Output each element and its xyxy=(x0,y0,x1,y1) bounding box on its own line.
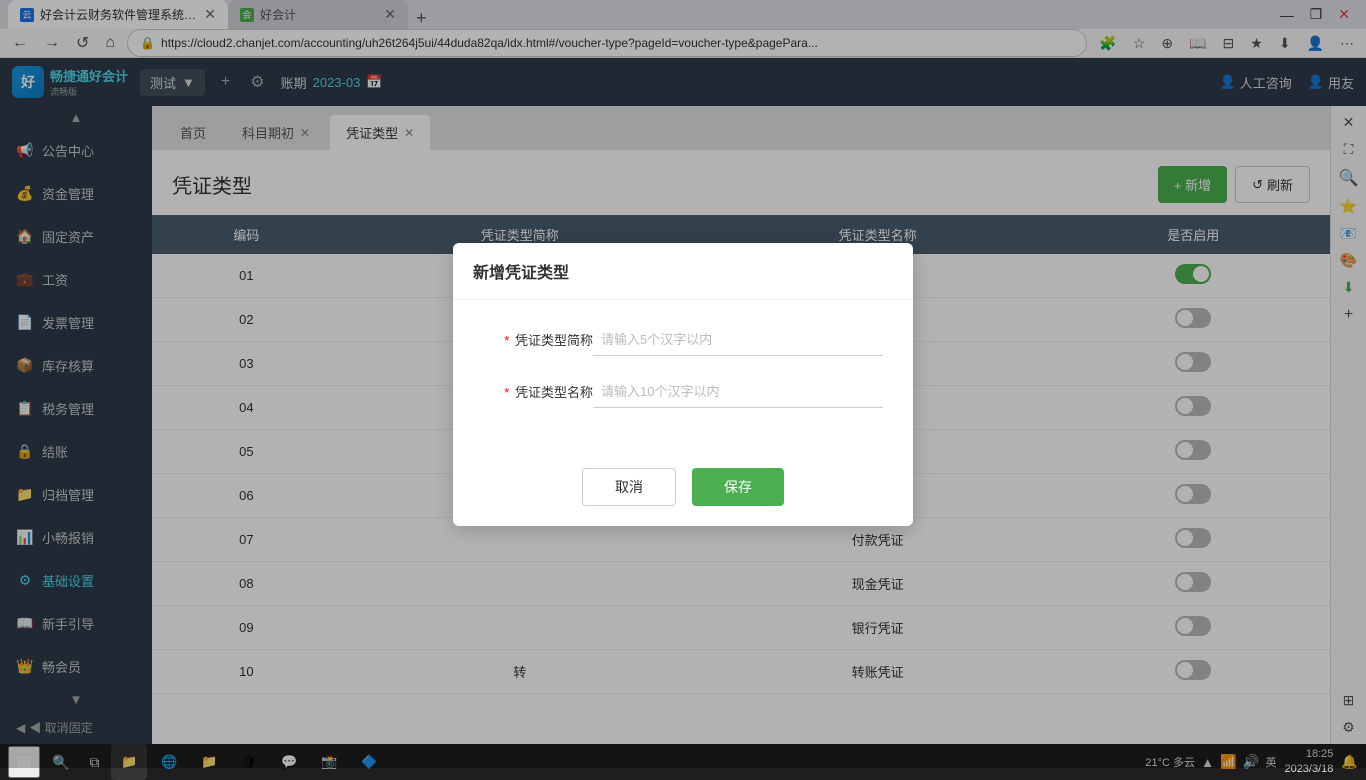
name-input[interactable] xyxy=(593,376,883,408)
name-field: * 凭证类型名称 xyxy=(483,376,883,408)
dialog-overlay: 新增凭证类型 * 凭证类型简称 * 凭证类型名称 xyxy=(0,0,1366,768)
dialog-body: * 凭证类型简称 * 凭证类型名称 xyxy=(453,300,913,452)
dialog-header: 新增凭证类型 xyxy=(453,243,913,300)
dialog-title: 新增凭证类型 xyxy=(473,259,569,283)
cancel-button[interactable]: 取消 xyxy=(582,468,676,506)
new-voucher-type-dialog: 新增凭证类型 * 凭证类型简称 * 凭证类型名称 xyxy=(453,243,913,526)
abbr-label: * 凭证类型简称 xyxy=(483,330,593,349)
save-button[interactable]: 保存 xyxy=(692,468,784,506)
abbr-input[interactable] xyxy=(593,324,883,356)
abbr-field: * 凭证类型简称 xyxy=(483,324,883,356)
name-label: * 凭证类型名称 xyxy=(483,382,593,401)
dialog-footer: 取消 保存 xyxy=(453,452,913,526)
